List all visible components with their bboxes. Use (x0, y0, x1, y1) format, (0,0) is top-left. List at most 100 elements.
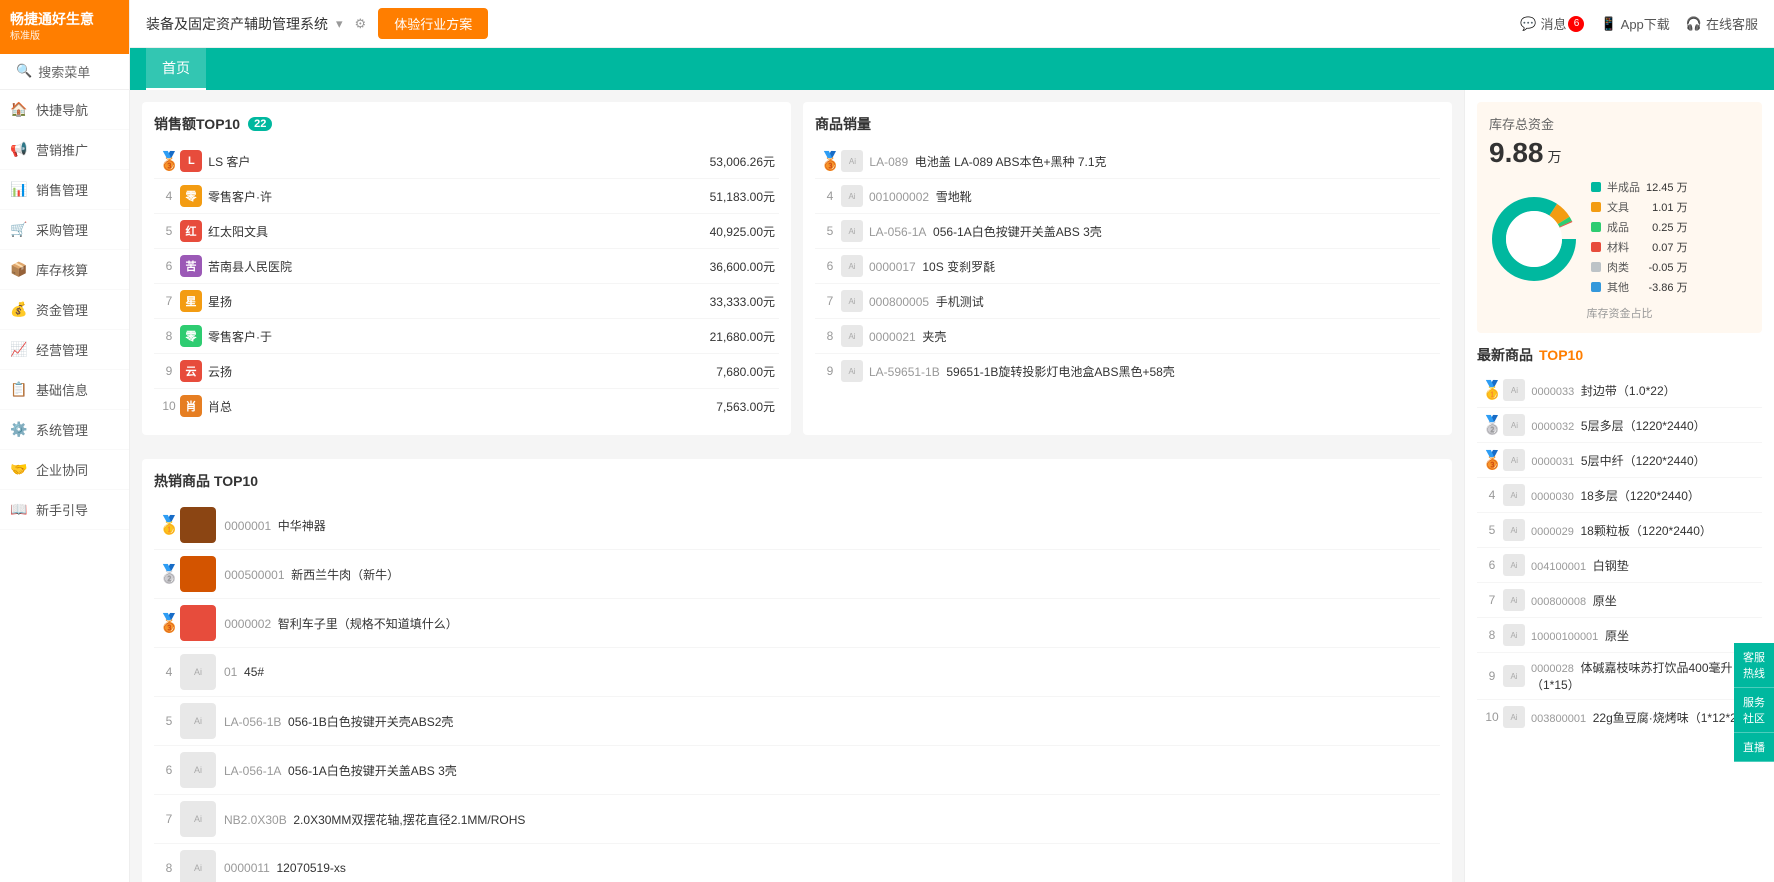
legend-name: 文具 (1607, 199, 1646, 215)
logo-title: 畅捷通好生意 (10, 10, 119, 30)
message-button[interactable]: 💬 消息 6 (1520, 14, 1584, 33)
product-img-placeholder: Ai (180, 850, 216, 882)
newest-product-name: 0000032 5层多层（1220*2440） (1531, 417, 1758, 434)
list-item: 🥈 Ai 0000032 5层多层（1220*2440） (1477, 408, 1762, 443)
list-item: 🥉 Ai 0000031 5层中纤（1220*2440） (1477, 443, 1762, 478)
product-thumbnail (180, 605, 216, 641)
legend-item: 成品 0.25 万 (1591, 219, 1688, 235)
hot-products-list: 🥇 0000001 中华神器 🥈 000500001 新西兰牛肉（新牛） 🥉 0… (154, 501, 1440, 882)
list-item: 5 Ai LA-056-1B 056-1B白色按键开关壳ABS2壳 (154, 697, 1440, 746)
tab-home[interactable]: 首页 (146, 48, 206, 90)
medal-bronze-icon: 🥉 (1481, 450, 1503, 471)
gear-icon[interactable]: ⚙ (355, 16, 367, 32)
float-button-0[interactable]: 客服 热线 (1734, 643, 1774, 688)
legend: 半成品 12.45 万 文具 1.01 万 成品 0.25 万 材料 0.07 … (1591, 179, 1688, 299)
legend-item: 其他 -3.86 万 (1591, 279, 1688, 295)
legend-name: 半成品 (1607, 179, 1640, 195)
table-row: 9 Ai LA-59651-1B 59651-1B旋转投影灯电池盒ABS黑色+5… (815, 354, 1440, 388)
sidebar-item-9[interactable]: 🤝企业协同 (0, 450, 129, 490)
table-row: 🥉 L LS 客户 53,006.26元 (154, 144, 779, 179)
product-img-placeholder: Ai (841, 360, 863, 382)
sidebar-item-4[interactable]: 📦库存核算 (0, 250, 129, 290)
table-row: 🥉 Ai LA-089 电池盖 LA-089 ABS本色+黑种 7.1克 (815, 144, 1440, 179)
legend-color (1591, 202, 1601, 212)
product-img-placeholder: Ai (1503, 379, 1525, 401)
app-download-button[interactable]: 📱 App下载 (1600, 14, 1669, 33)
legend-name: 成品 (1607, 219, 1646, 235)
headset-icon: 🎧 (1686, 16, 1702, 32)
product-code-name: LA-056-1A 056-1A白色按键开关盖ABS 3壳 (869, 223, 1436, 240)
sidebar-icon-0: 🏠 (10, 100, 28, 118)
table-row: 9 云 云扬 7,680.00元 (154, 354, 779, 389)
topbar: 装备及固定资产辅助管理系统 ▾ ⚙ 体验行业方案 💬 消息 6 📱 App下载 … (130, 0, 1774, 48)
table-row: 5 红 红太阳文具 40,925.00元 (154, 214, 779, 249)
sidebar-item-3[interactable]: 🛒采购管理 (0, 210, 129, 250)
product-code-name: 001000002 雪地靴 (869, 188, 1436, 205)
customer-value: 53,006.26元 (710, 153, 775, 170)
list-item: 4 Ai 01 45# (154, 648, 1440, 697)
float-button-1[interactable]: 服务 社区 (1734, 688, 1774, 733)
list-item: 🥉 0000002 智利车子里（规格不知道填什么） (154, 599, 1440, 648)
product-img-placeholder: Ai (1503, 449, 1525, 471)
newest-product-name: 0000030 18多层（1220*2440） (1531, 487, 1758, 504)
legend-name: 肉类 (1607, 259, 1642, 275)
product-img-placeholder: Ai (841, 220, 863, 242)
dropdown-icon[interactable]: ▾ (336, 16, 343, 32)
legend-color (1591, 262, 1601, 272)
inventory-ratio-label: 库存资金占比 (1489, 305, 1750, 321)
product-img-placeholder: Ai (1503, 484, 1525, 506)
table-row: 5 Ai LA-056-1A 056-1A白色按键开关盖ABS 3壳 (815, 214, 1440, 249)
right-panel: 库存总资金 9.88 万 半成品 12.45 万 (1464, 90, 1774, 882)
top-customers-title: 销售额TOP10 22 (154, 114, 779, 134)
inventory-unit: 万 (1548, 147, 1562, 167)
top-customers-list: 🥉 L LS 客户 53,006.26元 4 零 零售客户·许 51,183.0… (154, 144, 779, 423)
newest-products-section: 最新商品 TOP10 🥇 Ai 0000033 封边带（1.0*22） 🥈 Ai… (1477, 345, 1762, 734)
legend-value: -0.05 万 (1648, 259, 1687, 275)
message-badge: 6 (1568, 16, 1584, 32)
product-img-placeholder: Ai (1503, 589, 1525, 611)
message-label: 消息 (1540, 14, 1566, 33)
table-row: 4 零 零售客户·许 51,183.00元 (154, 179, 779, 214)
sidebar-item-2[interactable]: 📊销售管理 (0, 170, 129, 210)
customer-value: 7,563.00元 (716, 398, 775, 415)
legend-color (1591, 182, 1601, 192)
sidebar-search[interactable]: 🔍 搜索菜单 (0, 54, 129, 90)
customer-name: 云扬 (208, 363, 716, 380)
trial-button[interactable]: 体验行业方案 (378, 8, 488, 39)
sidebar-icon-10: 📖 (10, 500, 28, 518)
donut-chart (1489, 194, 1579, 284)
table-row: 8 Ai 0000021 夹壳 (815, 319, 1440, 354)
inventory-label: 库存总资金 (1489, 114, 1750, 133)
float-button-2[interactable]: 直播 (1734, 733, 1774, 762)
customer-name: 零售客户·许 (208, 188, 710, 205)
newest-products-list: 🥇 Ai 0000033 封边带（1.0*22） 🥈 Ai 0000032 5层… (1477, 373, 1762, 734)
table-row: 6 Ai 0000017 10S 变刹罗氄 (815, 249, 1440, 284)
hot-product-name: LA-056-1B 056-1B白色按键开关壳ABS2壳 (224, 713, 1436, 730)
list-item: 6 Ai LA-056-1A 056-1A白色按键开关盖ABS 3壳 (154, 746, 1440, 795)
legend-name: 其他 (1607, 279, 1642, 295)
customer-name: 零售客户·于 (208, 328, 710, 345)
newest-product-name: 003800001 22g鱼豆腐·烧烤味（1*12*20） (1531, 709, 1758, 726)
product-img-placeholder: Ai (841, 255, 863, 277)
sidebar-item-7[interactable]: 📋基础信息 (0, 370, 129, 410)
table-row: 6 苦 苦南县人民医院 36,600.00元 (154, 249, 779, 284)
sidebar-item-8[interactable]: ⚙️系统管理 (0, 410, 129, 450)
customer-name: 红太阳文具 (208, 223, 710, 240)
medal-gold-icon: 🥇 (158, 515, 180, 536)
product-code-name: 000800005 手机测试 (869, 293, 1436, 310)
sidebar-item-5[interactable]: 💰资金管理 (0, 290, 129, 330)
product-img-placeholder: Ai (180, 654, 216, 690)
legend-item: 半成品 12.45 万 (1591, 179, 1688, 195)
sidebar-item-0[interactable]: 🏠快捷导航 (0, 90, 129, 130)
customer-value: 40,925.00元 (710, 223, 775, 240)
sidebar-item-10[interactable]: 📖新手引导 (0, 490, 129, 530)
list-item: 5 Ai 0000029 18颗粒板（1220*2440） (1477, 513, 1762, 548)
product-img-placeholder: Ai (1503, 624, 1525, 646)
sidebar-item-6[interactable]: 📈经营管理 (0, 330, 129, 370)
legend-item: 文具 1.01 万 (1591, 199, 1688, 215)
newest-product-name: 004100001 白钢垫 (1531, 557, 1758, 574)
customer-value: 51,183.00元 (710, 188, 775, 205)
sidebar-item-1[interactable]: 📢营销推广 (0, 130, 129, 170)
online-service-button[interactable]: 🎧 在线客服 (1686, 14, 1758, 33)
table-row: 7 Ai 000800005 手机测试 (815, 284, 1440, 319)
